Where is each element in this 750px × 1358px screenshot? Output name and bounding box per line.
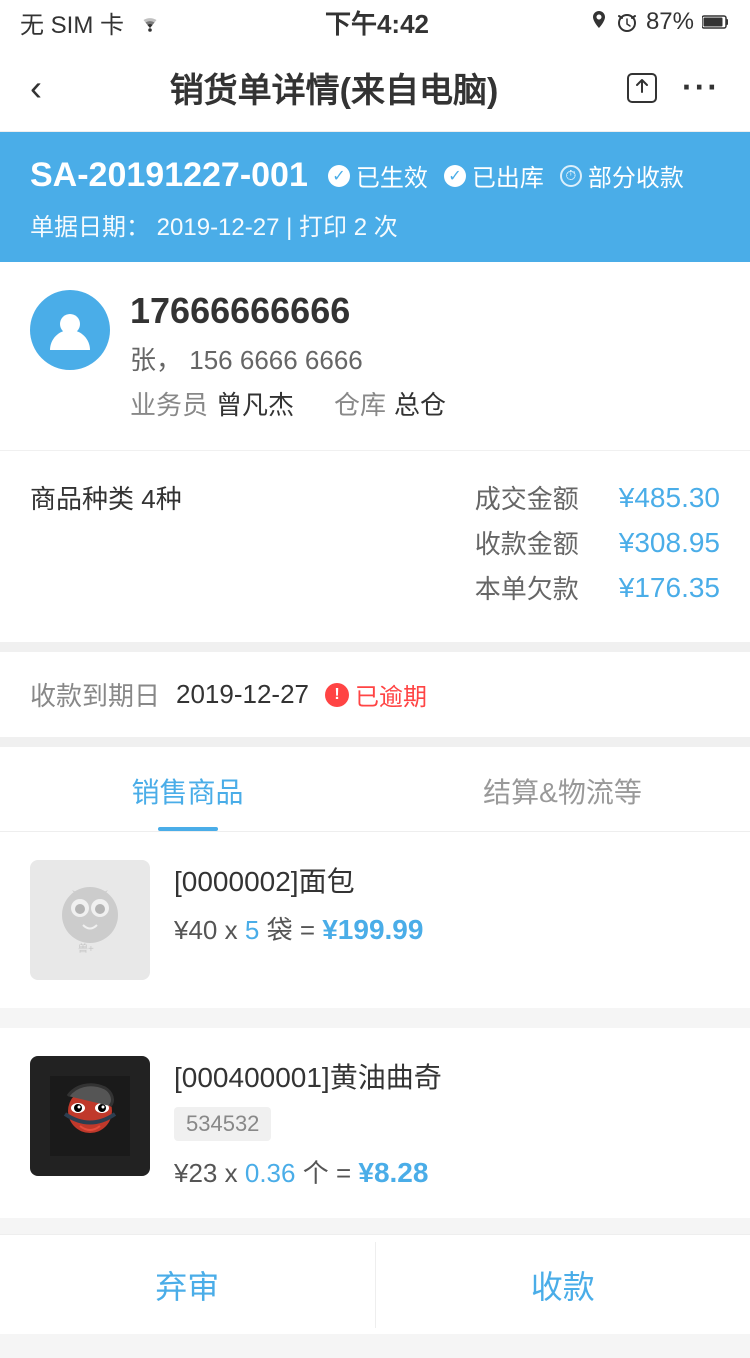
check-icon-1: ✓: [328, 165, 350, 187]
order-date-row: 单据日期： 2019-12-27 | 打印 2 次: [30, 207, 720, 242]
summary-right: 成交金额 ¥485.30 收款金额 ¥308.95 本单欠款 ¥176.35: [475, 479, 720, 614]
overdue-badge: ! 已逾期: [325, 677, 427, 712]
product-name-2: [000400001]黄油曲奇: [174, 1056, 720, 1096]
product-info-1: [0000002]面包 ¥40 x 5 袋 = ¥199.99: [174, 860, 720, 947]
share-icon[interactable]: [626, 72, 658, 104]
product-thumbnail-1: 兽+: [30, 860, 150, 980]
bottom-bar: 弃审 收款: [0, 1234, 750, 1334]
list-item: [000400001]黄油曲奇 534532 ¥23 x 0.36 个 = ¥8…: [0, 1028, 750, 1218]
status-carrier: 无 SIM 卡: [20, 5, 164, 40]
location-icon: [590, 11, 608, 33]
customer-meta: 业务员 曾凡杰 仓库 总仓: [130, 385, 720, 422]
alarm-icon: [616, 11, 638, 33]
due-section: 收款到期日 2019-12-27 ! 已逾期: [0, 652, 750, 747]
status-partial: ⏱ 部分收款: [560, 158, 684, 193]
customer-account-id: 17666666666: [130, 290, 720, 332]
battery-text: 87%: [646, 8, 694, 36]
tabs-section: 销售商品 结算&物流等: [0, 747, 750, 832]
status-icons: 87%: [590, 8, 730, 36]
product-sku-2: 534532: [174, 1107, 271, 1141]
product-image-owl: 兽+: [50, 880, 130, 960]
page-title: 销货单详情(来自电脑): [170, 63, 499, 112]
status-bar: 无 SIM 卡 下午4:42 87%: [0, 0, 750, 44]
tab-sales-products[interactable]: 销售商品: [0, 747, 375, 831]
product-list: 兽+ [0000002]面包 ¥40 x 5 袋 = ¥199.99: [0, 832, 750, 1218]
battery-icon: [702, 14, 730, 30]
collect-button[interactable]: 收款: [376, 1242, 750, 1328]
svg-text:兽+: 兽+: [78, 942, 94, 955]
tab-settlement[interactable]: 结算&物流等: [375, 747, 750, 831]
product-info-2: [000400001]黄油曲奇 534532 ¥23 x 0.36 个 = ¥8…: [174, 1056, 720, 1190]
customer-info: 17666666666 张， 156 6666 6666 业务员 曾凡杰 仓库 …: [130, 290, 720, 422]
customer-name-phone: 张， 156 6666 6666: [130, 340, 720, 377]
product-thumbnail-2: [30, 1056, 150, 1176]
product-image-ninja: [50, 1076, 130, 1156]
avatar: [30, 290, 110, 370]
back-button[interactable]: ‹: [30, 67, 42, 109]
staff-meta: 业务员 曾凡杰: [130, 385, 294, 422]
product-price-2: ¥23 x 0.36 个 = ¥8.28: [174, 1153, 720, 1190]
overdue-icon: !: [325, 683, 349, 707]
warehouse-meta: 仓库 总仓: [334, 385, 446, 422]
status-time: 下午4:42: [325, 4, 429, 41]
status-tags: ✓ 已生效 ✓ 已出库 ⏱ 部分收款: [328, 158, 684, 193]
product-name-1: [0000002]面包: [174, 860, 720, 900]
order-banner: SA-20191227-001 ✓ 已生效 ✓ 已出库 ⏱ 部分收款 单据日期：…: [0, 132, 750, 262]
order-id: SA-20191227-001: [30, 156, 308, 195]
status-shipped: ✓ 已出库: [444, 158, 544, 193]
nav-actions: ···: [626, 69, 720, 106]
nav-bar: ‹ 销货单详情(来自电脑) ···: [0, 44, 750, 132]
clock-icon: ⏱: [560, 165, 582, 187]
carrier-text: 无 SIM 卡: [20, 5, 124, 40]
check-icon-2: ✓: [444, 165, 466, 187]
product-type: 商品种类 4种: [30, 479, 182, 516]
summary-section: 商品种类 4种 成交金额 ¥485.30 收款金额 ¥308.95 本单欠款 ¥…: [0, 451, 750, 652]
summary-left: 商品种类 4种: [30, 479, 182, 614]
user-icon: [46, 306, 94, 354]
product-price-1: ¥40 x 5 袋 = ¥199.99: [174, 910, 720, 947]
order-id-row: SA-20191227-001 ✓ 已生效 ✓ 已出库 ⏱ 部分收款: [30, 156, 720, 195]
customer-section: 17666666666 张， 156 6666 6666 业务员 曾凡杰 仓库 …: [0, 262, 750, 451]
received-row: 收款金额 ¥308.95: [475, 524, 720, 561]
reject-button[interactable]: 弃审: [0, 1242, 376, 1328]
status-effective: ✓ 已生效: [328, 158, 428, 193]
list-item: 兽+ [0000002]面包 ¥40 x 5 袋 = ¥199.99: [0, 832, 750, 1008]
debt-row: 本单欠款 ¥176.35: [475, 569, 720, 606]
amount-row: 成交金额 ¥485.30: [475, 479, 720, 516]
more-icon[interactable]: ···: [682, 69, 720, 106]
wifi-icon: [136, 12, 164, 32]
